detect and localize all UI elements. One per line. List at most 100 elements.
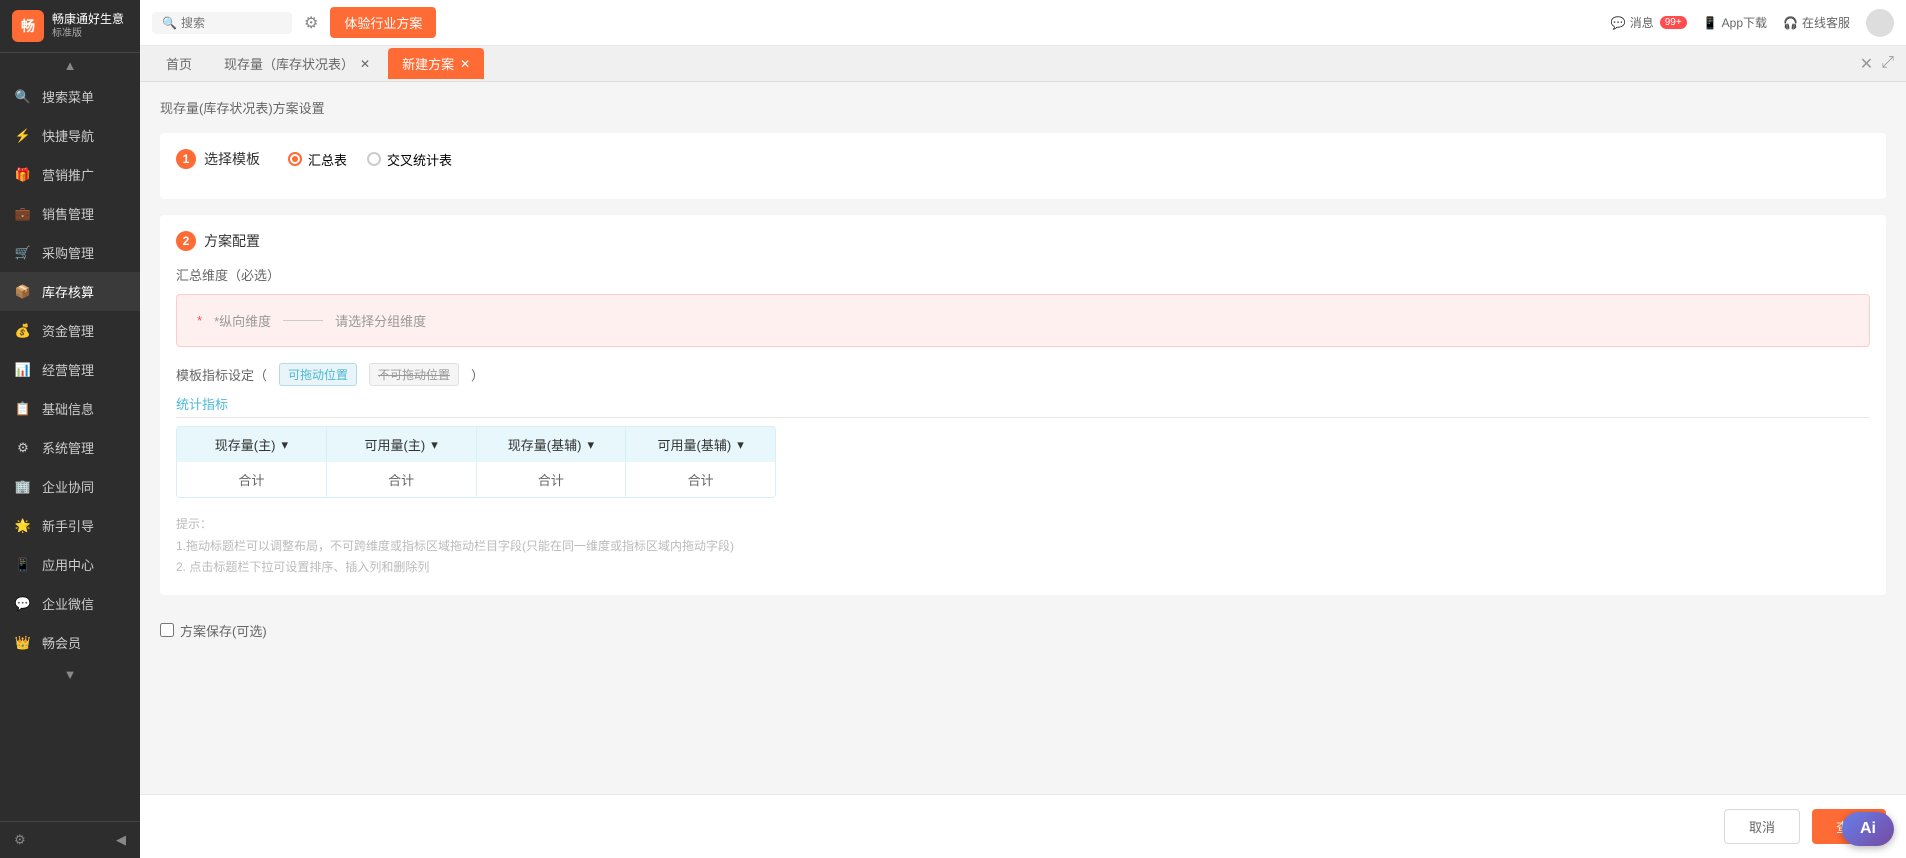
sidebar-item-quick-nav[interactable]: ⚡ 快捷导航 (0, 116, 140, 155)
dim-placeholder: 请选择分组维度 (335, 311, 426, 330)
sidebar-item-system[interactable]: ⚙ 系统管理 (0, 428, 140, 467)
search-input[interactable] (181, 16, 271, 30)
stat-table: 现存量(主) ▾ 可用量(主) ▾ 现存量(基辅) ▾ 可用量(基辅) ▾ (176, 426, 776, 498)
phone-icon: 📱 (1703, 16, 1718, 30)
topbar-right: 💬 消息 99+ 📱 App下载 🎧 在线客服 (1611, 9, 1894, 37)
messages-label: 消息 (1630, 14, 1654, 31)
sidebar-item-operations[interactable]: 📊 经营管理 (0, 350, 140, 389)
enterprise-icon: 🏢 (14, 478, 32, 496)
industry-plan-button[interactable]: 体验行业方案 (330, 7, 436, 38)
tip1: 1.拖动标题栏可以调整布局，不可跨维度或指标区域拖动栏目字段(只能在同一维度或指… (176, 536, 1870, 558)
stat-col2-header[interactable]: 可用量(主) ▾ (327, 427, 477, 462)
sidebar-item-sales[interactable]: 💼 销售管理 (0, 194, 140, 233)
stat-row1-col4: 合计 (626, 462, 775, 497)
sidebar-item-marketing[interactable]: 🎁 营销推广 (0, 155, 140, 194)
tab-inventory[interactable]: 现存量（库存状况表） ✕ (210, 48, 384, 79)
no-drag-badge: 不可拖动位置 (369, 363, 459, 386)
save-row: 方案保存(可选) (160, 611, 1886, 650)
radio-cross[interactable]: 交叉统计表 (367, 150, 452, 169)
stat-col2-dropdown-icon: ▾ (431, 437, 438, 453)
save-checkbox[interactable] (160, 623, 174, 637)
messages-button[interactable]: 💬 消息 99+ (1611, 14, 1687, 31)
tab-close-all-icon[interactable]: ✕ (1860, 54, 1873, 74)
sidebar-item-label: 企业微信 (42, 594, 94, 613)
content-area: 现存量(库存状况表)方案设置 1 选择模板 汇总表 交叉统计表 (140, 82, 1906, 794)
tab-new-plan-close[interactable]: ✕ (460, 57, 470, 71)
topbar-search-box[interactable]: 🔍 (152, 12, 292, 34)
sidebar-item-app-center[interactable]: 📱 应用中心 (0, 545, 140, 584)
sidebar-item-label: 搜索菜单 (42, 87, 94, 106)
sidebar-item-label: 系统管理 (42, 438, 94, 457)
sidebar-item-label: 销售管理 (42, 204, 94, 223)
dim-star: * (197, 313, 202, 328)
tab-inventory-close[interactable]: ✕ (360, 57, 370, 71)
stat-col3-header[interactable]: 现存量(基辅) ▾ (477, 427, 627, 462)
sidebar-item-label: 经营管理 (42, 360, 94, 379)
tip2: 2. 点击标题栏下拉可设置排序、插入列和删除列 (176, 557, 1870, 579)
app-download-button[interactable]: 📱 App下载 (1703, 14, 1767, 31)
system-icon: ⚙ (14, 439, 32, 457)
stat-table-body: 合计 合计 合计 合计 (177, 462, 775, 497)
tab-inventory-label: 现存量（库存状况表） (224, 54, 354, 73)
sidebar-item-inventory[interactable]: 📦 库存核算 (0, 272, 140, 311)
stat-col4-header[interactable]: 可用量(基辅) ▾ (626, 427, 775, 462)
stat-col3-label: 现存量(基辅) (508, 435, 582, 454)
step2-section: 2 方案配置 汇总维度（必选） * *纵向维度 请选择分组维度 模板指标设定（ … (160, 215, 1886, 595)
newbie-icon: 🌟 (14, 517, 32, 535)
footer-bar: 取消 查询 (140, 794, 1906, 858)
sidebar-item-newbie[interactable]: 🌟 新手引导 (0, 506, 140, 545)
tab-new-plan[interactable]: 新建方案 ✕ (388, 48, 484, 79)
online-service-button[interactable]: 🎧 在线客服 (1783, 14, 1850, 31)
headset-icon: 🎧 (1783, 16, 1798, 30)
stat-table-header: 现存量(主) ▾ 可用量(主) ▾ 现存量(基辅) ▾ 可用量(基辅) ▾ (177, 427, 775, 462)
ai-fab-button[interactable]: Ai (1842, 812, 1894, 846)
tips-title: 提示： (176, 517, 212, 531)
step1-header: 1 选择模板 汇总表 交叉统计表 (176, 149, 1870, 169)
app-name: 畅康通好生意 (52, 12, 124, 28)
dimension-required-area[interactable]: * *纵向维度 请选择分组维度 (176, 294, 1870, 347)
sidebar-item-basic-info[interactable]: 📋 基础信息 (0, 389, 140, 428)
stat-col4-dropdown-icon: ▾ (737, 437, 744, 453)
stat-col1-header[interactable]: 现存量(主) ▾ (177, 427, 327, 462)
stat-col1-dropdown-icon: ▾ (281, 437, 288, 453)
step1-badge: 1 (176, 149, 196, 169)
sidebar-scroll-down[interactable]: ▼ (0, 662, 140, 686)
template-radio-group: 汇总表 交叉统计表 (288, 150, 452, 169)
radio-summary-dot (288, 152, 302, 166)
tab-expand-icon[interactable]: ⤢ (1881, 54, 1894, 74)
tab-bar: 首页 现存量（库存状况表） ✕ 新建方案 ✕ ✕ ⤢ (140, 46, 1906, 82)
sidebar-item-label: 基础信息 (42, 399, 94, 418)
radio-summary[interactable]: 汇总表 (288, 150, 347, 169)
finance-icon: 💰 (14, 322, 32, 340)
draggable-badge: 可拖动位置 (279, 363, 357, 386)
messages-badge: 99+ (1660, 16, 1687, 29)
sidebar: 畅 畅康通好生意 标准版 ▲ 🔍 搜索菜单 ⚡ 快捷导航 🎁 营销推广 💼 销售… (0, 0, 140, 858)
member-icon: 👑 (14, 634, 32, 652)
sidebar-item-finance[interactable]: 💰 资金管理 (0, 311, 140, 350)
sidebar-item-member[interactable]: 👑 畅会员 (0, 623, 140, 662)
stat-row1-col1: 合计 (177, 462, 327, 497)
save-checkbox-label[interactable]: 方案保存(可选) (160, 621, 267, 640)
step1-section: 1 选择模板 汇总表 交叉统计表 (160, 133, 1886, 199)
tab-home-label: 首页 (166, 54, 192, 73)
online-service-label: 在线客服 (1802, 14, 1850, 31)
topbar: 🔍 ⚙ 体验行业方案 💬 消息 99+ 📱 App下载 🎧 在线客服 (140, 0, 1906, 46)
stat-col1-label: 现存量(主) (215, 435, 276, 454)
app-center-icon: 📱 (14, 556, 32, 574)
gear-icon-topbar[interactable]: ⚙ (300, 13, 322, 33)
step2-header: 2 方案配置 (176, 231, 1870, 251)
search-icon-topbar: 🔍 (162, 16, 177, 30)
sidebar-item-purchase[interactable]: 🛒 采购管理 (0, 233, 140, 272)
sidebar-item-wechat[interactable]: 💬 企业微信 (0, 584, 140, 623)
cancel-button[interactable]: 取消 (1724, 809, 1800, 844)
sidebar-item-enterprise[interactable]: 🏢 企业协同 (0, 467, 140, 506)
tab-home[interactable]: 首页 (152, 48, 206, 79)
sidebar-item-search[interactable]: 🔍 搜索菜单 (0, 77, 140, 116)
step2-badge: 2 (176, 231, 196, 251)
collapse-icon[interactable]: ◀ (116, 832, 126, 848)
stat-col3-dropdown-icon: ▾ (587, 437, 594, 453)
settings-icon[interactable]: ⚙ (14, 832, 26, 848)
avatar[interactable] (1866, 9, 1894, 37)
sidebar-scroll-up[interactable]: ▲ (0, 53, 140, 77)
stat-row1-col2: 合计 (327, 462, 477, 497)
